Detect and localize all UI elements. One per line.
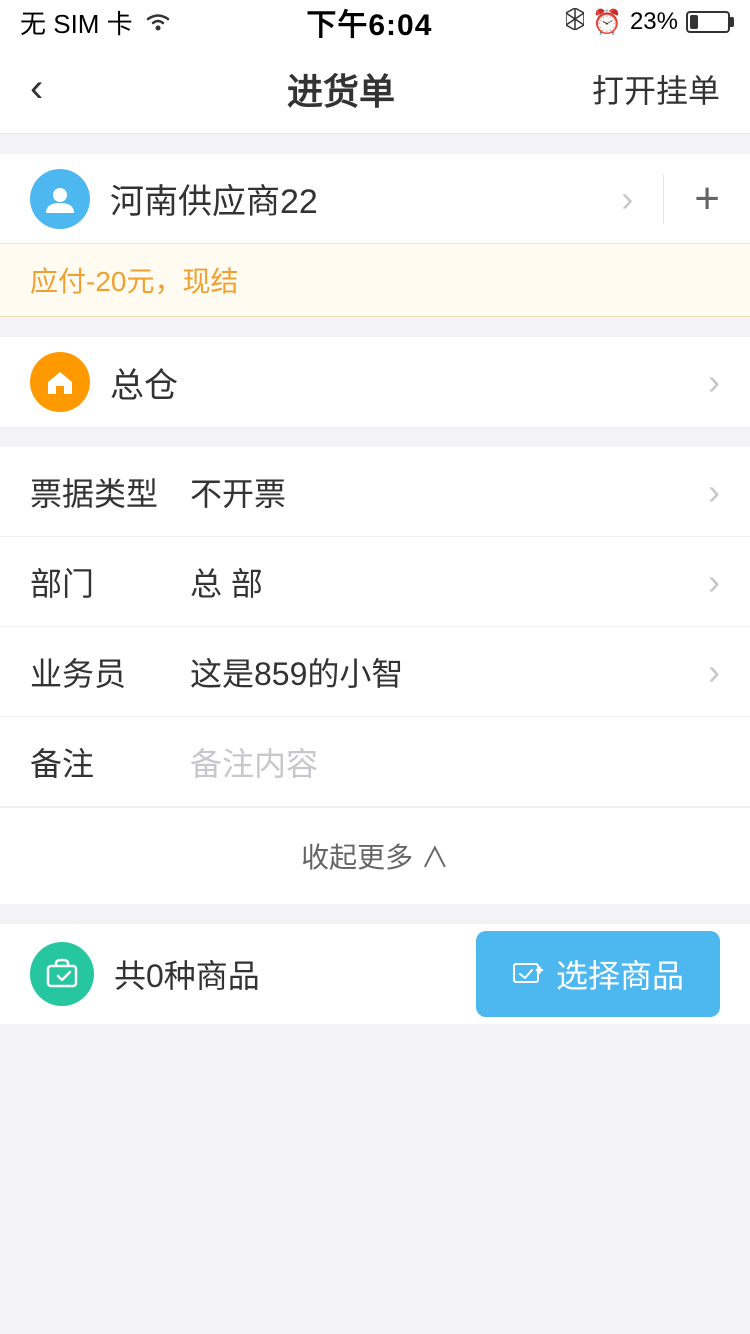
warehouse-icon: [30, 352, 90, 412]
battery-icon: [686, 11, 730, 33]
collapse-label: 收起更多 ∧: [301, 836, 449, 876]
department-row[interactable]: 部门 总 部 ›: [0, 537, 750, 627]
carrier-label: 无 SIM 卡: [20, 4, 133, 41]
supplier-row[interactable]: 河南供应商22 › +: [0, 154, 750, 244]
supplier-arrow-icon: ›: [621, 178, 633, 220]
warehouse-arrow-icon: ›: [708, 361, 720, 403]
invoice-row[interactable]: 票据类型 不开票 ›: [0, 447, 750, 537]
salesman-arrow-icon: ›: [708, 651, 720, 693]
invoice-arrow-icon: ›: [708, 471, 720, 513]
warehouse-name: 总仓: [110, 358, 708, 407]
page-title: 进货单: [287, 63, 395, 115]
notice-text: 应付-20元，现结: [30, 266, 238, 297]
department-label: 部门: [30, 559, 170, 605]
invoice-value: 不开票: [170, 469, 708, 515]
supplier-avatar: [30, 169, 90, 229]
form-section: 票据类型 不开票 › 部门 总 部 › 业务员 这是859的小智 › 备注 备注…: [0, 447, 750, 904]
status-bar: 无 SIM 卡 下午6:04 ⏰ 23%: [0, 0, 750, 44]
status-time: 下午6:04: [306, 0, 432, 44]
product-count: 共0种商品: [114, 951, 476, 997]
battery-percent: 23%: [630, 8, 678, 36]
add-supplier-button[interactable]: +: [694, 174, 720, 224]
wifi-icon: [143, 7, 173, 38]
remark-row[interactable]: 备注 备注内容: [0, 717, 750, 807]
top-divider: [0, 134, 750, 154]
invoice-label: 票据类型: [30, 469, 170, 515]
select-product-button[interactable]: 选择商品: [476, 931, 720, 1017]
vertical-divider: [663, 174, 664, 224]
salesman-label: 业务员: [30, 649, 170, 695]
back-button[interactable]: ‹: [30, 66, 90, 111]
status-right: ⏰ 23%: [566, 8, 730, 37]
salesman-row[interactable]: 业务员 这是859的小智 ›: [0, 627, 750, 717]
department-value: 总 部: [170, 559, 708, 605]
salesman-value: 这是859的小智: [170, 649, 708, 695]
status-left: 无 SIM 卡: [20, 4, 173, 41]
nav-bar: ‹ 进货单 打开挂单: [0, 44, 750, 134]
supplier-section: 河南供应商22 › + 应付-20元，现结: [0, 154, 750, 317]
alarm-icon: ⏰: [592, 8, 622, 37]
supplier-name: 河南供应商22: [110, 174, 621, 223]
product-icon: [30, 942, 94, 1006]
notice-bar: 应付-20元，现结: [0, 244, 750, 317]
section-divider-1: [0, 317, 750, 337]
warehouse-section: 总仓 ›: [0, 337, 750, 427]
bottom-section: 共0种商品 选择商品: [0, 924, 750, 1024]
collapse-button[interactable]: 收起更多 ∧: [0, 807, 750, 904]
remark-input[interactable]: 备注内容: [170, 739, 720, 785]
open-pending-button[interactable]: 打开挂单: [592, 66, 720, 112]
warehouse-row[interactable]: 总仓 ›: [0, 337, 750, 427]
remark-label: 备注: [30, 739, 170, 785]
select-product-label: 选择商品: [556, 951, 684, 997]
location-icon: [566, 8, 584, 37]
department-arrow-icon: ›: [708, 561, 720, 603]
